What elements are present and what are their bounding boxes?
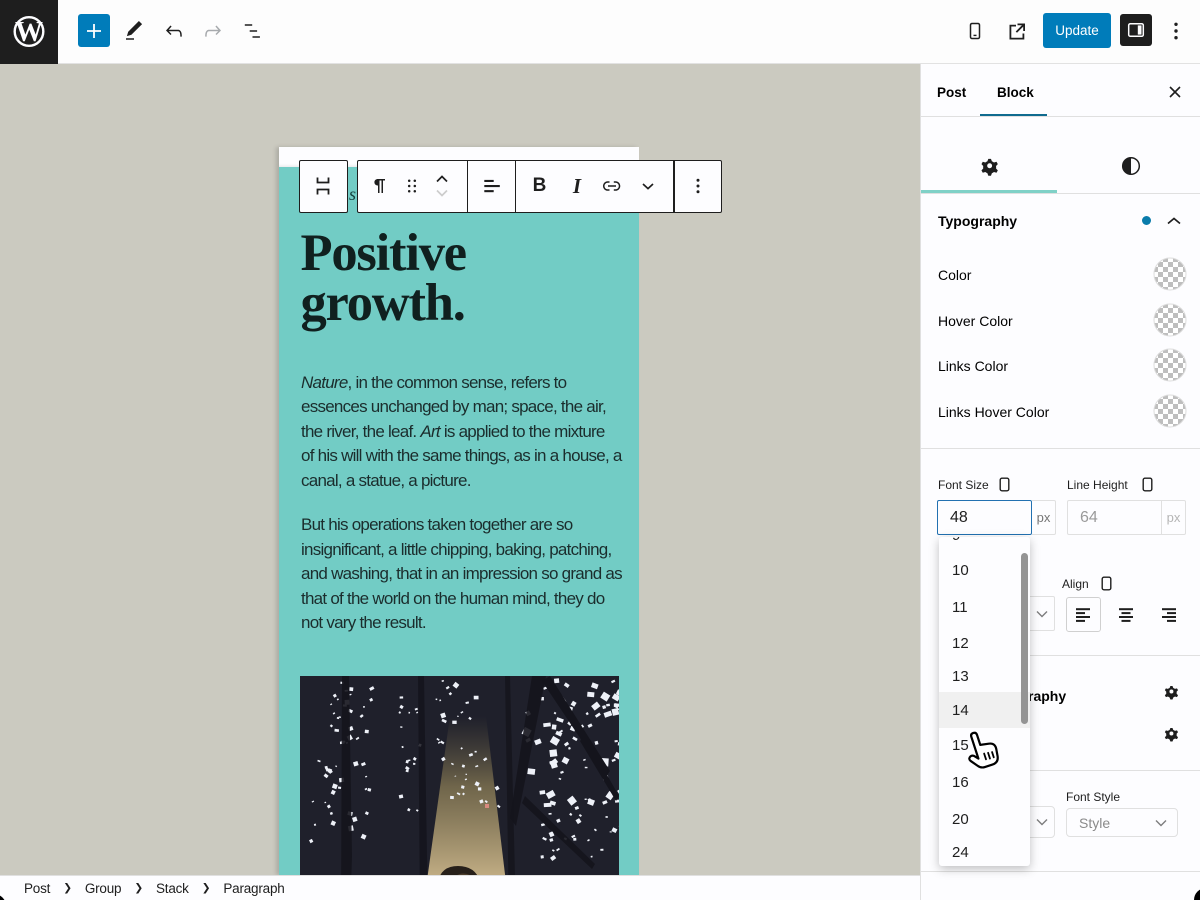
svg-text:W: W xyxy=(15,17,43,48)
